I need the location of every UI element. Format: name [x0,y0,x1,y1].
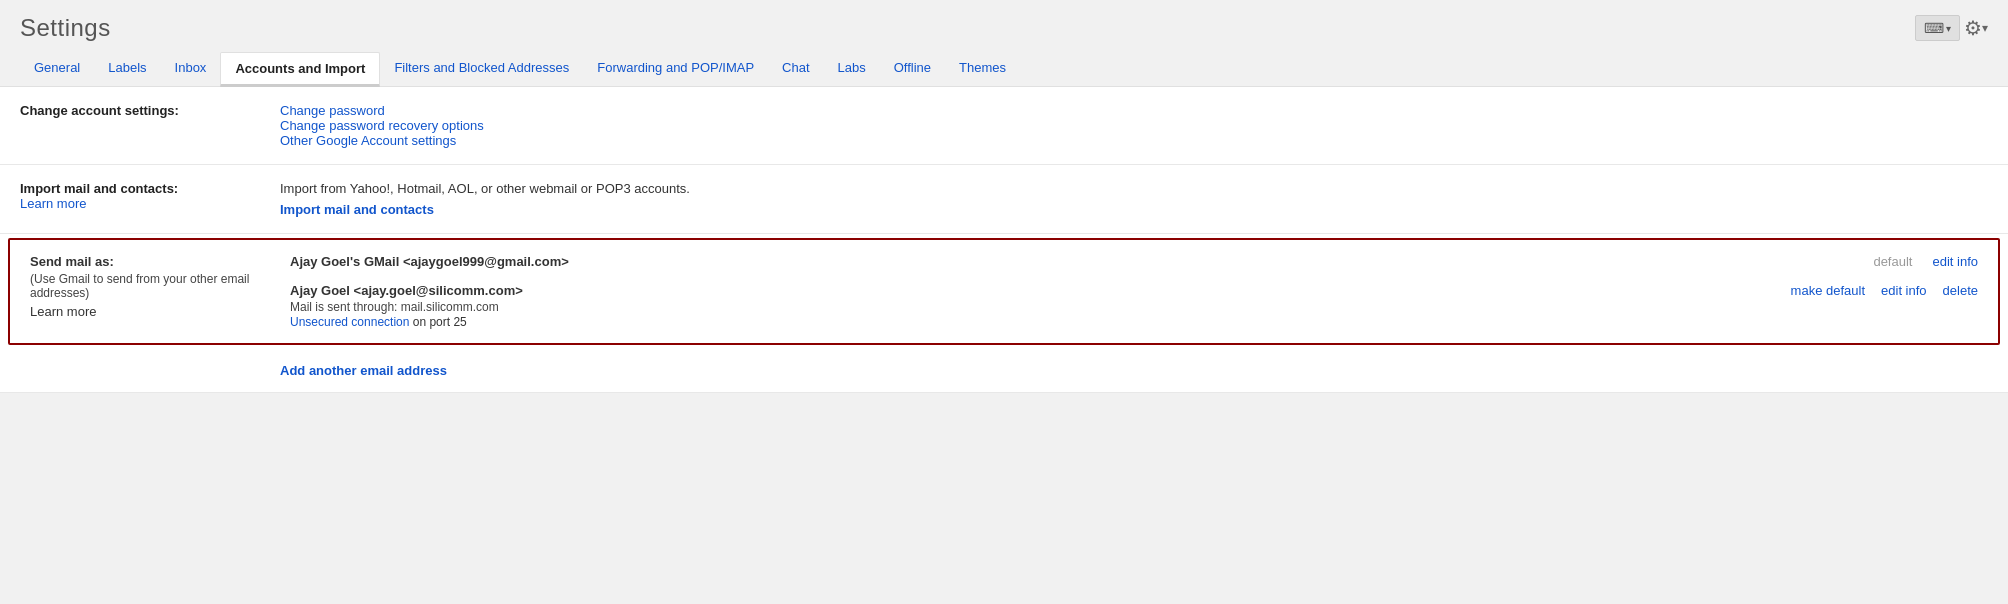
unsecured-connection-link[interactable]: Unsecured connection [290,315,409,329]
send-mail-as-outer-row: Send mail as: (Use Gmail to send from yo… [0,234,2008,350]
make-default-link[interactable]: make default [1791,283,1865,298]
change-account-row: Change account settings: Change password… [0,87,2008,165]
change-password-link[interactable]: Change password [280,103,385,118]
keyboard-button[interactable]: ⌨ ▾ [1915,15,1960,41]
send-mail-as-label: Send mail as: [30,254,250,269]
default-label: default [1873,254,1912,269]
import-mail-contacts-link[interactable]: Import mail and contacts [280,202,434,217]
gmail-address: Ajay Goel's GMail <ajaygoel999@gmail.com… [290,254,1833,269]
send-mail-learn-more-link[interactable]: Learn more [30,304,96,319]
delete-link[interactable]: delete [1943,283,1978,298]
change-account-content: Change password Change password recovery… [260,87,2008,165]
edit-info-2-link[interactable]: edit info [1881,283,1927,298]
edit-info-1-link[interactable]: edit info [1932,254,1978,269]
silicomm-actions: make default edit info delete [1791,283,1978,298]
import-mail-label-cell: Import mail and contacts: Learn more [0,165,260,234]
main-content: Change account settings: Change password… [0,87,2008,393]
keyboard-icon: ⌨ [1924,20,1944,36]
send-mail-as-sublabel: (Use Gmail to send from your other email… [30,272,250,300]
header-icons: ⌨ ▾ ⚙ ▾ [1915,15,1988,41]
tab-general[interactable]: General [20,52,94,86]
change-account-label: Change account settings: [0,87,260,165]
settings-gear-button[interactable]: ⚙ ▾ [1964,16,1988,40]
other-settings-link[interactable]: Other Google Account settings [280,133,456,148]
import-mail-label: Import mail and contacts: [20,181,240,196]
import-mail-row: Import mail and contacts: Learn more Imp… [0,165,2008,234]
send-mail-as-highlighted-row: Send mail as: (Use Gmail to send from yo… [0,234,2008,349]
tab-forwarding[interactable]: Forwarding and POP/IMAP [583,52,768,86]
import-mail-content: Import from Yahoo!, Hotmail, AOL, or oth… [260,165,2008,234]
add-email-content: Add another email address [260,349,2008,393]
header: Settings ⌨ ▾ ⚙ ▾ [0,0,2008,52]
send-mail-entry-gmail: Ajay Goel's GMail <ajaygoel999@gmail.com… [290,254,1978,269]
settings-table: Change account settings: Change password… [0,87,2008,393]
import-mail-description: Import from Yahoo!, Hotmail, AOL, or oth… [280,181,1988,196]
page-wrapper: Settings ⌨ ▾ ⚙ ▾ General Labels Inbox Ac… [0,0,2008,604]
silicomm-address-block: Ajay Goel <ajay.goel@silicomm.com> Mail … [290,283,1751,329]
tab-chat[interactable]: Chat [768,52,823,86]
send-mail-as-label-cell: Send mail as: (Use Gmail to send from yo… [10,240,270,343]
chevron-down-icon: ▾ [1946,23,1951,34]
send-mail-as-content-row: Send mail as: (Use Gmail to send from yo… [10,240,1998,343]
page-title: Settings [20,14,111,42]
gmail-actions: default edit info [1873,254,1978,269]
tab-themes[interactable]: Themes [945,52,1020,86]
add-email-link[interactable]: Add another email address [280,363,447,378]
send-mail-as-wrapper: Send mail as: (Use Gmail to send from yo… [0,234,2008,349]
port-suffix: on port 25 [409,315,466,329]
gear-icon: ⚙ [1964,16,1982,40]
send-mail-as-inner-table: Send mail as: (Use Gmail to send from yo… [10,240,1998,343]
tab-labs[interactable]: Labs [824,52,880,86]
change-recovery-link[interactable]: Change password recovery options [280,118,484,133]
unsecured-connection-line: Unsecured connection on port 25 [290,315,1751,329]
send-mail-as-highlighted-box: Send mail as: (Use Gmail to send from yo… [8,238,2000,345]
tab-accounts-import[interactable]: Accounts and Import [220,52,380,87]
gear-chevron-icon: ▾ [1982,21,1988,35]
send-mail-entry-silicomm: Ajay Goel <ajay.goel@silicomm.com> Mail … [290,283,1978,329]
import-learn-more-link[interactable]: Learn more [20,196,86,211]
nav-tabs: General Labels Inbox Accounts and Import… [0,52,2008,87]
add-email-label-cell [0,349,260,393]
tab-labels[interactable]: Labels [94,52,160,86]
mail-sent-through: Mail is sent through: mail.silicomm.com [290,300,1751,314]
tab-offline[interactable]: Offline [880,52,945,86]
add-email-row: Add another email address [0,349,2008,393]
tab-filters[interactable]: Filters and Blocked Addresses [380,52,583,86]
tab-inbox[interactable]: Inbox [161,52,221,86]
send-mail-as-entries-cell: Ajay Goel's GMail <ajaygoel999@gmail.com… [270,240,1998,343]
